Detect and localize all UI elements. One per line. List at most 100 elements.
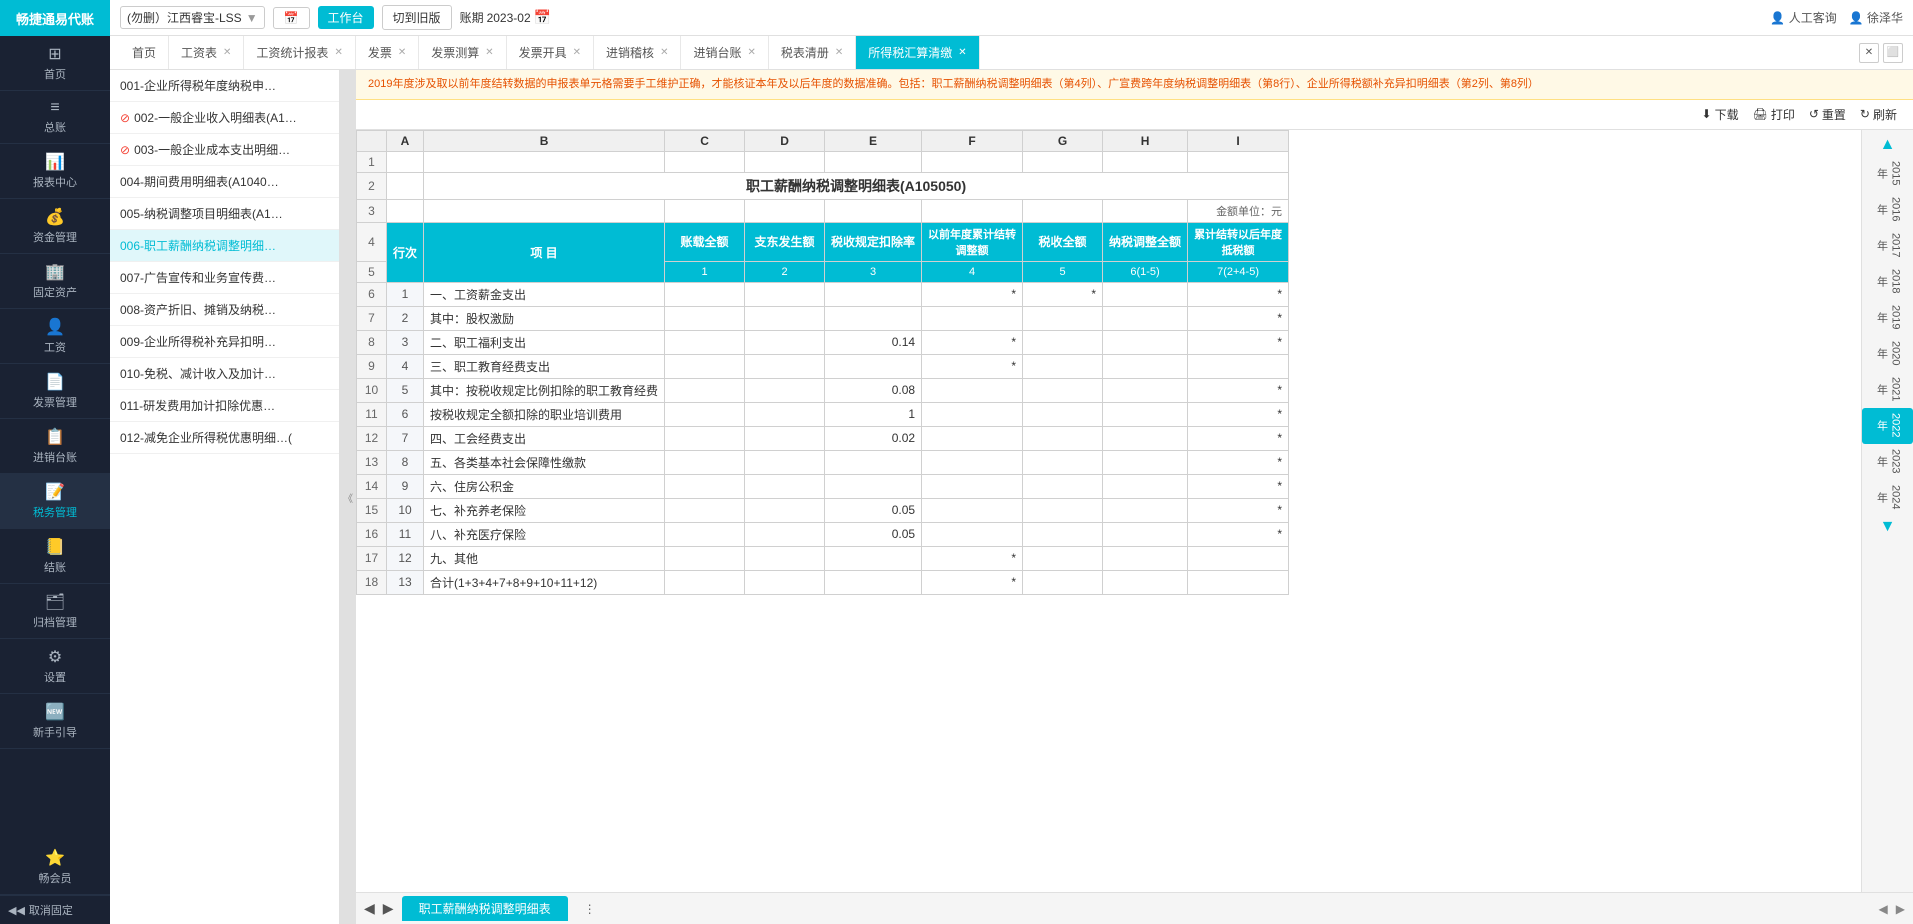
data-r8-c5[interactable] <box>1023 450 1103 474</box>
data-r2-c1[interactable] <box>665 306 745 330</box>
data-r2-c2[interactable] <box>745 306 825 330</box>
form-list-item-006[interactable]: 006-职工薪酬纳税调整明细… <box>110 230 339 262</box>
bottom-nav-left[interactable]: ◀ <box>364 900 375 917</box>
form-list-item-007[interactable]: 007-广告宣传和业务宣传费… <box>110 262 339 294</box>
year-2024[interactable]: 2024年 <box>1862 480 1913 516</box>
user-service-btn[interactable]: 👤 人工客询 <box>1770 9 1836 26</box>
sidebar-item-funds[interactable]: 💰 资金管理 <box>0 199 110 254</box>
data-r6-c6[interactable] <box>1103 402 1188 426</box>
tab-salary[interactable]: 工资表 ✕ <box>169 36 244 70</box>
bottom-nav-right[interactable]: ▶ <box>383 900 394 917</box>
switch-old-btn[interactable]: 切到旧版 <box>382 5 452 30</box>
tab-tax-book[interactable]: 税表清册 ✕ <box>769 36 856 70</box>
data-r13-c2[interactable] <box>745 570 825 594</box>
data-r10-c4[interactable] <box>922 498 1023 522</box>
data-r4-c3[interactable] <box>825 354 922 378</box>
data-r3-c1[interactable] <box>665 330 745 354</box>
data-r8-c4[interactable] <box>922 450 1023 474</box>
data-r12-c6[interactable] <box>1103 546 1188 570</box>
sidebar-item-settings[interactable]: ⚙ 设置 <box>0 639 110 694</box>
data-r11-c4[interactable] <box>922 522 1023 546</box>
data-r5-c1[interactable] <box>665 378 745 402</box>
data-r10-c6[interactable] <box>1103 498 1188 522</box>
tab-salary-report[interactable]: 工资统计报表 ✕ <box>244 36 355 70</box>
data-r9-c4[interactable] <box>922 474 1023 498</box>
data-r1-c1[interactable] <box>665 282 745 306</box>
tab-sales-audit-close[interactable]: ✕ <box>660 47 668 58</box>
data-r2-c7[interactable]: * <box>1188 306 1289 330</box>
nav-expand-btn[interactable]: ⬜ <box>1883 43 1903 63</box>
company-selector[interactable]: (勿删）江西睿宝-LSS ▼ <box>120 6 265 29</box>
tab-income-tax-close[interactable]: ✕ <box>958 47 966 58</box>
data-r12-c1[interactable] <box>665 546 745 570</box>
data-r8-c2[interactable] <box>745 450 825 474</box>
form-list-item-012[interactable]: 012-减免企业所得税优惠明细…( <box>110 422 339 454</box>
data-r1-c2[interactable] <box>745 282 825 306</box>
sidebar-item-assets[interactable]: 🏢 固定资产 <box>0 254 110 309</box>
form-list-item-002[interactable]: ⊘ 002-一般企业收入明细表(A1… <box>110 102 339 134</box>
form-list-item-010[interactable]: 010-免税、减计收入及加计… <box>110 358 339 390</box>
data-r10-c2[interactable] <box>745 498 825 522</box>
data-r3-c3[interactable]: 0.14 <box>825 330 922 354</box>
form-list-item-003[interactable]: ⊘ 003-一般企业成本支出明细… <box>110 134 339 166</box>
data-r1-c3[interactable] <box>825 282 922 306</box>
year-2019[interactable]: 2019年 <box>1862 300 1913 336</box>
reset-btn[interactable]: ↺ 重置 <box>1809 106 1846 123</box>
data-r3-c7[interactable]: * <box>1188 330 1289 354</box>
data-r11-c6[interactable] <box>1103 522 1188 546</box>
data-r4-c7[interactable] <box>1188 354 1289 378</box>
period-calendar-icon[interactable]: 📅 <box>534 9 551 26</box>
data-r1-c5[interactable]: * <box>1023 282 1103 306</box>
bottom-scroll-right-icon[interactable]: ▶ <box>1896 902 1905 916</box>
data-r4-c4[interactable]: * <box>922 354 1023 378</box>
data-r13-c3[interactable] <box>825 570 922 594</box>
sidebar-item-archive[interactable]: 🗂 归档管理 <box>0 584 110 639</box>
calendar-icon-btn[interactable]: 📅 <box>273 7 310 29</box>
data-r6-c5[interactable] <box>1023 402 1103 426</box>
data-r9-c3[interactable] <box>825 474 922 498</box>
data-r7-c7[interactable]: * <box>1188 426 1289 450</box>
form-list-item-004[interactable]: 004-期间费用明细表(A1040… <box>110 166 339 198</box>
data-r6-c4[interactable] <box>922 402 1023 426</box>
data-r6-c3[interactable]: 1 <box>825 402 922 426</box>
tab-tax-book-close[interactable]: ✕ <box>835 47 843 58</box>
year-2017[interactable]: 2017年 <box>1862 228 1913 264</box>
year-2023[interactable]: 2023年 <box>1862 444 1913 480</box>
data-r7-c3[interactable]: 0.02 <box>825 426 922 450</box>
sidebar-item-guide[interactable]: 🆕 新手引导 <box>0 694 110 749</box>
data-r13-c1[interactable] <box>665 570 745 594</box>
data-r3-c5[interactable] <box>1023 330 1103 354</box>
data-r5-c5[interactable] <box>1023 378 1103 402</box>
tab-income-tax[interactable]: 所得税汇算清缴 ✕ <box>856 36 979 70</box>
data-r4-c6[interactable] <box>1103 354 1188 378</box>
sidebar-item-reports[interactable]: 📊 报表中心 <box>0 144 110 199</box>
tab-invoice-calc-close[interactable]: ✕ <box>485 47 493 58</box>
sidebar-item-home[interactable]: ⊞ 首页 <box>0 36 110 91</box>
bottom-scroll-left-icon[interactable]: ◀ <box>1879 902 1888 916</box>
sidebar-item-tax[interactable]: 📝 税务管理 <box>0 474 110 529</box>
data-r2-c6[interactable] <box>1103 306 1188 330</box>
data-r11-c2[interactable] <box>745 522 825 546</box>
data-r7-c4[interactable] <box>922 426 1023 450</box>
data-r12-c5[interactable] <box>1023 546 1103 570</box>
data-r9-c5[interactable] <box>1023 474 1103 498</box>
data-r5-c4[interactable] <box>922 378 1023 402</box>
data-r7-c2[interactable] <box>745 426 825 450</box>
data-r11-c3[interactable]: 0.05 <box>825 522 922 546</box>
tab-sales-audit[interactable]: 进销稽核 ✕ <box>594 36 681 70</box>
data-r6-c7[interactable]: * <box>1188 402 1289 426</box>
sidebar-item-invoice[interactable]: 📄 发票管理 <box>0 364 110 419</box>
data-r2-c3[interactable] <box>825 306 922 330</box>
year-2015[interactable]: 2015年 <box>1862 156 1913 192</box>
data-r4-c2[interactable] <box>745 354 825 378</box>
year-2021[interactable]: 2021年 <box>1862 372 1913 408</box>
data-r9-c6[interactable] <box>1103 474 1188 498</box>
data-r7-c5[interactable] <box>1023 426 1103 450</box>
form-list-item-009[interactable]: 009-企业所得税补充异扣明… <box>110 326 339 358</box>
year-2016[interactable]: 2016年 <box>1862 192 1913 228</box>
data-r12-c7[interactable] <box>1188 546 1289 570</box>
tab-sales-ledger-close[interactable]: ✕ <box>747 47 755 58</box>
data-r13-c6[interactable] <box>1103 570 1188 594</box>
form-list-item-008[interactable]: 008-资产折旧、摊销及纳税… <box>110 294 339 326</box>
data-r8-c3[interactable] <box>825 450 922 474</box>
